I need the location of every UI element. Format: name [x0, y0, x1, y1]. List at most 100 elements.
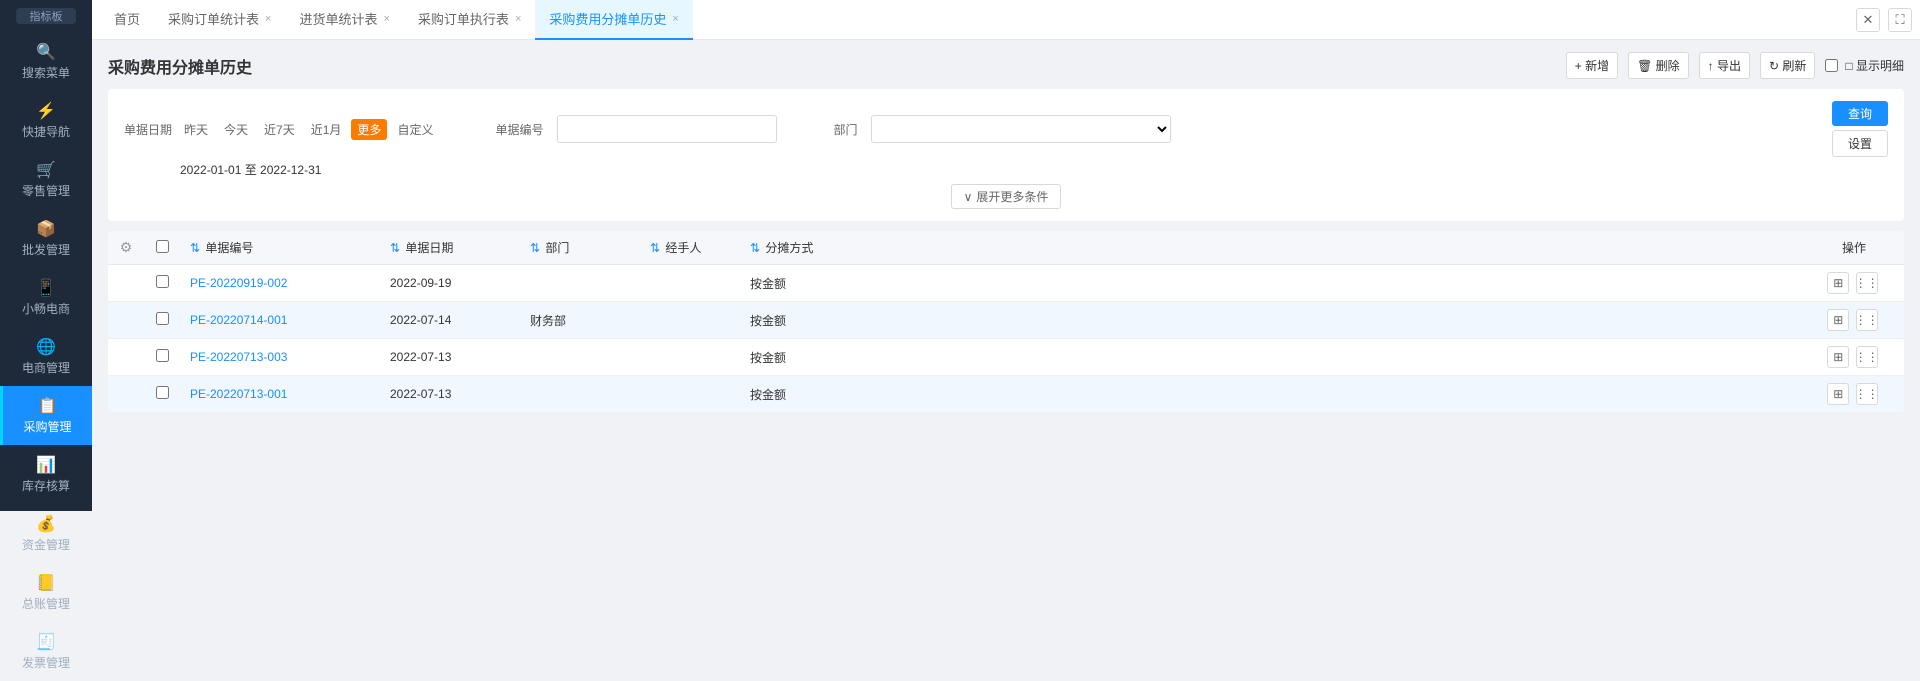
th-no[interactable]: ⇅ 单据编号 — [180, 231, 380, 265]
sidebar-item-finance[interactable]: 💰资金管理 — [0, 504, 92, 563]
th-settings: ⚙ — [108, 231, 144, 265]
search-icon: 🔍 — [36, 42, 56, 62]
sidebar-item-label: 资金管理 — [22, 536, 70, 553]
tab-close-btn[interactable]: × — [383, 13, 389, 25]
sidebar-item-ledger[interactable]: 📒总账管理 — [0, 563, 92, 622]
expand-label: 展开更多条件 — [976, 188, 1048, 205]
show-columns-toggle[interactable]: □ 显示明细 — [1825, 57, 1904, 74]
row-handler — [640, 339, 740, 376]
th-method[interactable]: ⇅ 分摊方式 — [740, 231, 1804, 265]
row-no-link[interactable]: PE-20220713-003 — [190, 350, 287, 364]
table-row: PE-20220714-001 2022-07-14 财务部 按金额 ⊞ ⋮⋮ — [108, 302, 1904, 339]
sidebar-item-invoice[interactable]: 🧾发票管理 — [0, 622, 92, 681]
dept-filter: 部门 — [833, 115, 1816, 143]
tab-purchase-stat[interactable]: 采购订单统计表 × — [154, 0, 285, 40]
row-checkbox[interactable] — [156, 312, 169, 325]
sort-icon: ⇅ — [390, 241, 400, 255]
row-view-btn[interactable]: ⊞ — [1827, 309, 1849, 331]
row-no-link[interactable]: PE-20220714-001 — [190, 313, 287, 327]
row-dept: 财务部 — [520, 302, 640, 339]
row-checkbox[interactable] — [156, 275, 169, 288]
tab-label: 采购订单执行表 — [418, 9, 509, 28]
th-handler[interactable]: ⇅ 经手人 — [640, 231, 740, 265]
gear-icon[interactable]: ⚙ — [118, 239, 134, 256]
row-view-btn[interactable]: ⊞ — [1827, 383, 1849, 405]
table-header-row: ⚙ ⇅ 单据编号 ⇅ 单据日期 — [108, 231, 1904, 265]
close-window-button[interactable]: ✕ — [1856, 8, 1880, 32]
date-more-btn[interactable]: 更多 — [351, 119, 387, 140]
row-date: 2022-07-14 — [380, 302, 520, 339]
tab-close-btn[interactable]: × — [672, 13, 678, 25]
sidebar-item-inventory[interactable]: 📊库存核算 — [0, 445, 92, 504]
filter-settings-button[interactable]: 设置 — [1832, 130, 1888, 157]
main-area: 首页采购订单统计表 ×进货单统计表 ×采购订单执行表 ×采购费用分摊单历史 × … — [92, 0, 1920, 511]
add-button[interactable]: + 新增 — [1566, 52, 1618, 79]
th-dept-label: 部门 — [545, 241, 569, 255]
th-date[interactable]: ⇅ 单据日期 — [380, 231, 520, 265]
row-handler — [640, 302, 740, 339]
refresh-button[interactable]: ↻ 刷新 — [1760, 52, 1815, 79]
sidebar-logo: 指标板 — [16, 8, 76, 24]
sidebar-item-shortcut[interactable]: ⚡快捷导航 — [0, 91, 92, 150]
no-input[interactable] — [557, 115, 777, 143]
table-body: PE-20220919-002 2022-09-19 按金额 ⊞ ⋮⋮ PE-2… — [108, 265, 1904, 413]
expand-more-area: ∨ 展开更多条件 — [124, 184, 1888, 209]
row-more-btn[interactable]: ⋮⋮ — [1856, 272, 1878, 294]
expand-window-button[interactable]: ⛶ — [1888, 8, 1912, 32]
th-checkbox — [144, 231, 180, 265]
sidebar-item-purchase[interactable]: 📋采购管理 — [0, 386, 92, 445]
filter-area: 单据日期 昨天 今天 近7天 近1月 更多 自定义 单据编号 部门 — [108, 89, 1904, 221]
row-op: ⊞ ⋮⋮ — [1804, 302, 1904, 339]
show-columns-checkbox[interactable] — [1825, 59, 1838, 72]
date-1month-btn[interactable]: 近1月 — [305, 119, 348, 140]
date-today-btn[interactable]: 今天 — [218, 119, 254, 140]
date-range-display: 2022-01-01 至 2022-12-31 — [180, 161, 1888, 178]
mini-icon: 📱 — [36, 278, 56, 298]
tab-close-btn[interactable]: × — [265, 13, 271, 25]
date-yesterday-btn[interactable]: 昨天 — [178, 119, 214, 140]
tab-goods-stat[interactable]: 进货单统计表 × — [285, 0, 403, 40]
date-7days-btn[interactable]: 近7天 — [258, 119, 301, 140]
table-row: PE-20220919-002 2022-09-19 按金额 ⊞ ⋮⋮ — [108, 265, 1904, 302]
row-no-link[interactable]: PE-20220919-002 — [190, 276, 287, 290]
sidebar-item-ecommerce[interactable]: 🌐 电商管理 — [0, 327, 92, 386]
row-checkbox[interactable] — [156, 386, 169, 399]
sidebar-item-label: 快捷导航 — [22, 123, 70, 140]
dept-select[interactable] — [871, 115, 1171, 143]
export-button[interactable]: ↑ 导出 — [1699, 52, 1750, 79]
row-date: 2022-07-13 — [380, 339, 520, 376]
expand-more-button[interactable]: ∨ 展开更多条件 — [951, 184, 1062, 209]
sidebar-item-wholesale[interactable]: 📦批发管理 — [0, 209, 92, 268]
row-more-btn[interactable]: ⋮⋮ — [1856, 383, 1878, 405]
content-area: 采购费用分摊单历史 + 新增 🗑 删除 ↑ 导出 ↻ 刷新 □ 显示明细 单据日… — [92, 40, 1920, 511]
sidebar-item-label: 电商管理 — [22, 359, 70, 376]
sidebar-item-label: 零售管理 — [22, 182, 70, 199]
th-dept[interactable]: ⇅ 部门 — [520, 231, 640, 265]
date-filter: 单据日期 昨天 今天 近7天 近1月 更多 自定义 — [124, 119, 439, 140]
row-no-link[interactable]: PE-20220713-001 — [190, 387, 287, 401]
sidebar-item-mini[interactable]: 📱小畅电商 — [0, 268, 92, 327]
tab-purchase-exec[interactable]: 采购订单执行表 × — [404, 0, 535, 40]
row-no: PE-20220713-003 — [180, 339, 380, 376]
row-date: 2022-09-19 — [380, 265, 520, 302]
sidebar-item-search[interactable]: 🔍搜索菜单 — [0, 32, 92, 91]
tab-close-btn[interactable]: × — [515, 13, 521, 25]
select-all-checkbox[interactable] — [156, 240, 169, 253]
delete-button[interactable]: 🗑 删除 — [1628, 52, 1689, 79]
search-button[interactable]: 查询 — [1832, 101, 1888, 126]
th-no-label: 单据编号 — [205, 241, 253, 255]
row-view-btn[interactable]: ⊞ — [1827, 272, 1849, 294]
sort-icon: ⇅ — [530, 241, 540, 255]
row-view-btn[interactable]: ⊞ — [1827, 346, 1849, 368]
tab-purchase-fee[interactable]: 采购费用分摊单历史 × — [535, 0, 692, 40]
row-more-btn[interactable]: ⋮⋮ — [1856, 309, 1878, 331]
ecommerce-icon: 🌐 — [36, 337, 56, 357]
tab-label: 采购费用分摊单历史 — [549, 9, 666, 28]
row-handler — [640, 265, 740, 302]
row-more-btn[interactable]: ⋮⋮ — [1856, 346, 1878, 368]
sidebar-item-retail[interactable]: 🛒零售管理 — [0, 150, 92, 209]
row-checkbox[interactable] — [156, 349, 169, 362]
tab-home[interactable]: 首页 — [100, 0, 154, 40]
date-custom-btn[interactable]: 自定义 — [391, 119, 439, 140]
tab-label: 采购订单统计表 — [168, 9, 259, 28]
